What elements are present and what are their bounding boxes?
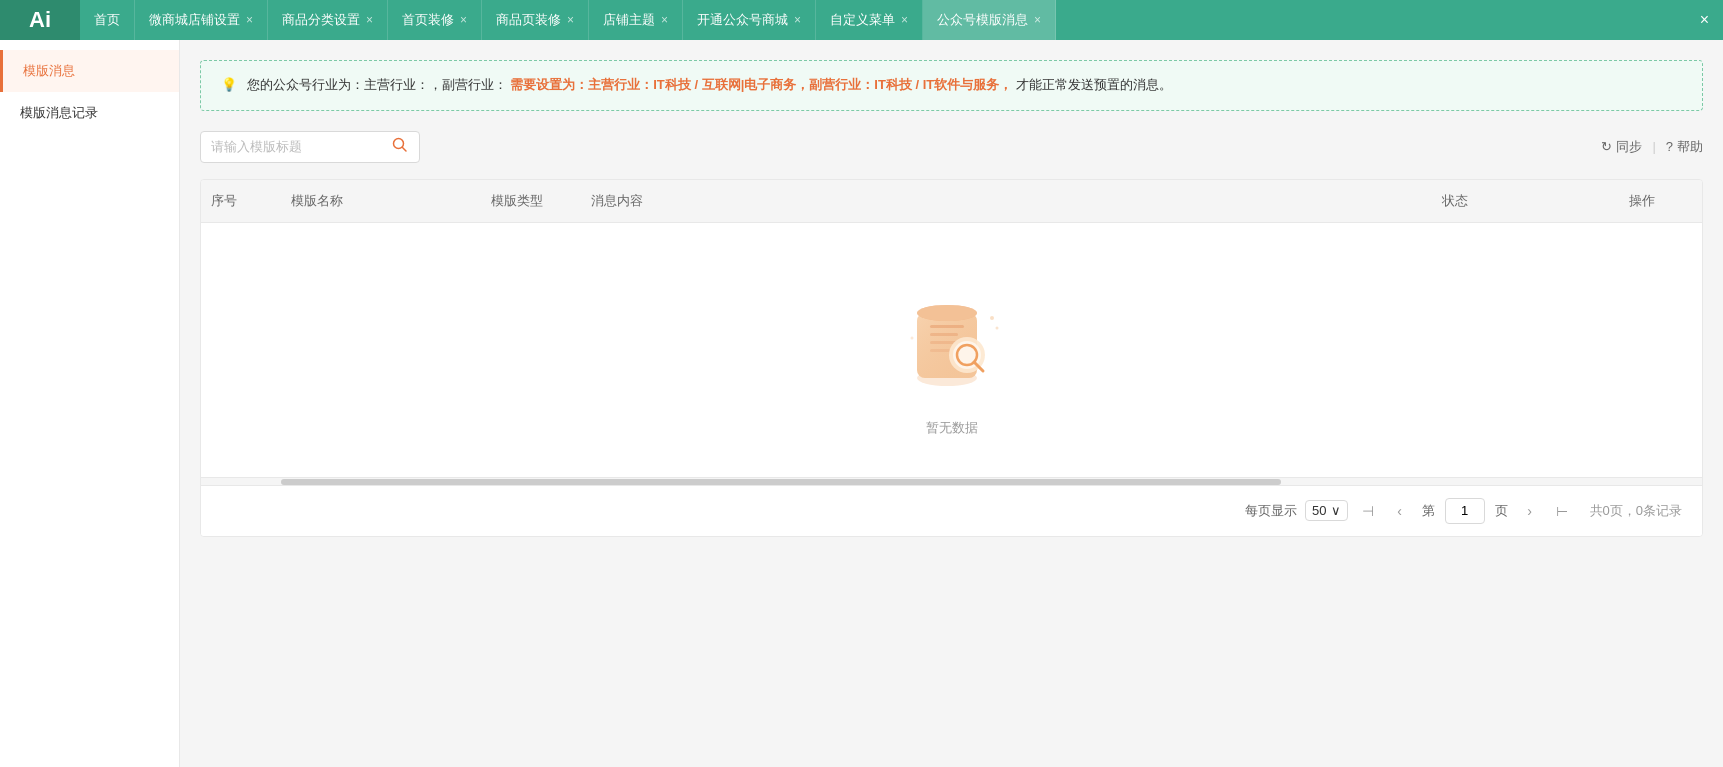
sidebar-item[interactable]: 模版消息 xyxy=(0,50,179,92)
per-page-label: 每页显示 xyxy=(1245,502,1297,520)
svg-point-6 xyxy=(917,305,977,321)
svg-line-1 xyxy=(403,148,407,152)
sync-icon: ↻ xyxy=(1601,139,1612,154)
logo-text: Ai xyxy=(29,7,51,33)
nav-tab[interactable]: 开通公众号商城× xyxy=(683,0,816,40)
prev-page-button[interactable]: ‹ xyxy=(1388,499,1412,523)
tab-close-icon[interactable]: × xyxy=(246,13,253,27)
th-status: 状态 xyxy=(1432,180,1582,222)
help-label: 帮助 xyxy=(1677,138,1703,156)
th-action: 操作 xyxy=(1582,180,1702,222)
help-button[interactable]: ? 帮助 xyxy=(1666,138,1703,156)
notice-icon: 💡 xyxy=(221,77,237,92)
search-left xyxy=(200,131,408,163)
svg-point-15 xyxy=(990,316,994,320)
nav-tab[interactable]: 商品分类设置× xyxy=(268,0,388,40)
nav-tab[interactable]: 自定义菜单× xyxy=(816,0,923,40)
search-bar: ↻ 同步 | ? 帮助 xyxy=(200,131,1703,163)
svg-point-16 xyxy=(995,326,998,329)
scroll-thumb xyxy=(281,479,1281,485)
divider: | xyxy=(1652,139,1655,154)
tab-close-icon[interactable]: × xyxy=(1034,13,1041,27)
empty-state: 暂无数据 xyxy=(201,223,1702,477)
tab-close-icon[interactable]: × xyxy=(901,13,908,27)
search-right: ↻ 同步 | ? 帮助 xyxy=(1601,138,1703,156)
svg-point-17 xyxy=(910,336,913,339)
table-header: 序号 模版名称 模版类型 消息内容 状态 操作 xyxy=(201,180,1702,223)
th-seq: 序号 xyxy=(201,180,281,222)
data-table: 序号 模版名称 模版类型 消息内容 状态 操作 xyxy=(200,179,1703,537)
pagination: 每页显示 50 ∨ ⊣ ‹ 第 页 › ⊢ 共0页，0条记录 xyxy=(201,485,1702,536)
notice-suffix: 才能正常发送预置的消息。 xyxy=(1016,77,1172,92)
main-layout: 模版消息模版消息记录 💡 您的公众号行业为：主营行业：，副营行业： 需要设置为：… xyxy=(0,40,1723,767)
svg-rect-10 xyxy=(930,349,950,352)
tab-close-icon[interactable]: × xyxy=(567,13,574,27)
tab-close-icon[interactable]: × xyxy=(366,13,373,27)
empty-illustration xyxy=(892,283,1012,403)
top-nav: Ai 首页微商城店铺设置×商品分类设置×首页装修×商品页装修×店铺主题×开通公众… xyxy=(0,0,1723,40)
notice-box: 💡 您的公众号行业为：主营行业：，副营行业： 需要设置为：主营行业：IT科技 /… xyxy=(200,60,1703,111)
logo: Ai xyxy=(0,0,80,40)
content-area: 💡 您的公众号行业为：主营行业：，副营行业： 需要设置为：主营行业：IT科技 /… xyxy=(180,40,1723,767)
nav-tab[interactable]: 公众号模版消息× xyxy=(923,0,1056,40)
tab-close-icon[interactable]: × xyxy=(661,13,668,27)
nav-tabs: 首页微商城店铺设置×商品分类设置×首页装修×商品页装修×店铺主题×开通公众号商城… xyxy=(80,0,1686,40)
sidebar: 模版消息模版消息记录 xyxy=(0,40,180,767)
page-word: 页 xyxy=(1495,502,1508,520)
first-page-button[interactable]: ⊣ xyxy=(1356,499,1380,523)
sync-button[interactable]: ↻ 同步 xyxy=(1601,138,1642,156)
th-content: 消息内容 xyxy=(581,180,1432,222)
notice-highlight: 需要设置为：主营行业：IT科技 / 互联网|电子商务，副营行业：IT科技 / I… xyxy=(510,77,1012,92)
search-button[interactable] xyxy=(392,137,408,156)
page-input[interactable] xyxy=(1445,498,1485,524)
tab-close-icon[interactable]: × xyxy=(794,13,801,27)
per-page-select[interactable]: 50 ∨ xyxy=(1305,500,1347,521)
notice-prefix: 您的公众号行业为：主营行业：，副营行业： xyxy=(247,77,507,92)
sync-label: 同步 xyxy=(1616,138,1642,156)
svg-rect-7 xyxy=(930,325,964,328)
chevron-down-icon: ∨ xyxy=(1331,503,1341,518)
di-word: 第 xyxy=(1422,502,1435,520)
nav-tab[interactable]: 商品页装修× xyxy=(482,0,589,40)
search-input[interactable] xyxy=(200,131,420,163)
empty-text: 暂无数据 xyxy=(926,419,978,437)
nav-tab[interactable]: 微商城店铺设置× xyxy=(135,0,268,40)
nav-tab[interactable]: 店铺主题× xyxy=(589,0,683,40)
per-page-value: 50 xyxy=(1312,503,1326,518)
help-icon: ? xyxy=(1666,139,1673,154)
tab-close-icon[interactable]: × xyxy=(460,13,467,27)
th-name: 模版名称 xyxy=(281,180,481,222)
nav-tab[interactable]: 首页装修× xyxy=(388,0,482,40)
scroll-indicator[interactable] xyxy=(201,477,1702,485)
last-page-button[interactable]: ⊢ xyxy=(1550,499,1574,523)
th-type: 模版类型 xyxy=(481,180,581,222)
total-info: 共0页，0条记录 xyxy=(1590,502,1682,520)
next-page-button[interactable]: › xyxy=(1518,499,1542,523)
svg-rect-8 xyxy=(930,333,958,336)
nav-tab[interactable]: 首页 xyxy=(80,0,135,40)
close-all-button[interactable]: × xyxy=(1686,11,1723,29)
sidebar-item[interactable]: 模版消息记录 xyxy=(0,92,179,134)
